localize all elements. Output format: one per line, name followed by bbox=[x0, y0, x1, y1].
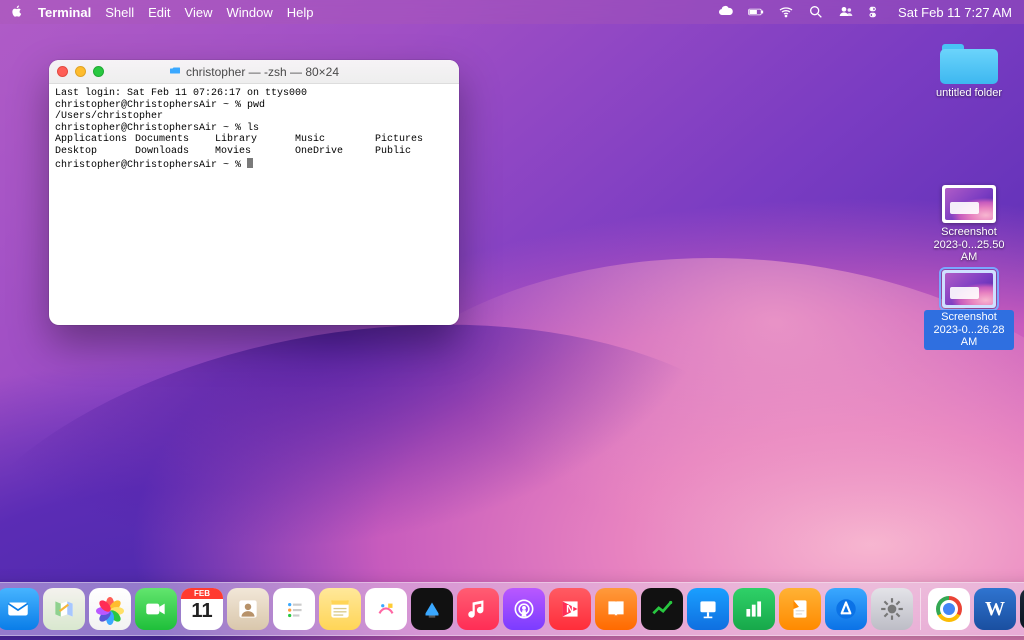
dock-pages-icon[interactable] bbox=[779, 588, 821, 630]
desktop-icon-label: Screenshot 2023-0...25.50 AM bbox=[924, 225, 1014, 265]
menubar-datetime[interactable]: Sat Feb 11 7:27 AM bbox=[898, 5, 1012, 20]
onedrive-status-icon[interactable] bbox=[718, 4, 734, 20]
screenshot-thumbnail-icon bbox=[942, 185, 996, 223]
dock-steam-icon[interactable] bbox=[1020, 588, 1024, 630]
desktop-screenshot-2[interactable]: Screenshot 2023-0...26.28 AM bbox=[924, 270, 1014, 350]
menubar-item-shell[interactable]: Shell bbox=[105, 5, 134, 20]
ls-entry: Downloads bbox=[135, 146, 215, 158]
dock-podcasts-icon[interactable] bbox=[503, 588, 545, 630]
terminal-line: Last login: Sat Feb 11 07:26:17 on ttys0… bbox=[55, 88, 307, 99]
ls-entry: Desktop bbox=[55, 146, 135, 158]
menubar-item-window[interactable]: Window bbox=[227, 5, 273, 20]
dock-calendar-icon[interactable]: FEB11 bbox=[181, 588, 223, 630]
dock-settings-icon[interactable] bbox=[871, 588, 913, 630]
dock-keynote-icon[interactable] bbox=[687, 588, 729, 630]
desktop-folder-untitled[interactable]: untitled folder bbox=[924, 42, 1014, 101]
home-folder-icon bbox=[169, 64, 181, 79]
terminal-line: christopher@ChristophersAir ~ % ls bbox=[55, 123, 259, 134]
ls-entry: Documents bbox=[135, 134, 215, 146]
dock-books-icon[interactable] bbox=[595, 588, 637, 630]
dock-music-icon[interactable] bbox=[457, 588, 499, 630]
ls-entry: Public bbox=[375, 146, 455, 158]
window-titlebar[interactable]: christopher — -zsh — 80×24 bbox=[49, 60, 459, 84]
dock-reminders-icon[interactable] bbox=[273, 588, 315, 630]
dock: FEB11 N W bbox=[0, 582, 1024, 636]
terminal-prompt: christopher@ChristophersAir ~ % bbox=[55, 160, 247, 171]
svg-text:N: N bbox=[566, 603, 574, 615]
dock-maps-icon[interactable] bbox=[43, 588, 85, 630]
apple-menu-icon[interactable] bbox=[10, 4, 24, 21]
window-zoom-button[interactable] bbox=[93, 66, 104, 77]
desktop[interactable]: Terminal Shell Edit View Window Help Sat… bbox=[0, 0, 1024, 640]
dock-photos-icon[interactable] bbox=[89, 588, 131, 630]
ls-entry: Movies bbox=[215, 146, 295, 158]
terminal-content[interactable]: Last login: Sat Feb 11 07:26:17 on ttys0… bbox=[49, 84, 459, 325]
dock-numbers-icon[interactable] bbox=[733, 588, 775, 630]
dock-chrome-icon[interactable] bbox=[928, 588, 970, 630]
ls-entry: Music bbox=[295, 134, 375, 146]
spotlight-search-icon[interactable] bbox=[808, 4, 824, 20]
ls-entry: Library bbox=[215, 134, 295, 146]
ls-entry: OneDrive bbox=[295, 146, 375, 158]
dock-news-icon[interactable]: N bbox=[549, 588, 591, 630]
ls-entry: Pictures bbox=[375, 134, 455, 146]
menubar-app-name[interactable]: Terminal bbox=[38, 5, 91, 20]
window-minimize-button[interactable] bbox=[75, 66, 86, 77]
screenshot-thumbnail-icon bbox=[942, 270, 996, 308]
desktop-icon-label: untitled folder bbox=[933, 86, 1005, 101]
battery-status-icon[interactable] bbox=[748, 4, 764, 20]
user-switch-icon[interactable] bbox=[838, 4, 854, 20]
terminal-window[interactable]: christopher — -zsh — 80×24 Last login: S… bbox=[49, 60, 459, 325]
dock-stocks-icon[interactable] bbox=[641, 588, 683, 630]
dock-appstore-icon[interactable] bbox=[825, 588, 867, 630]
terminal-cursor bbox=[247, 158, 253, 168]
dock-word-icon[interactable]: W bbox=[974, 588, 1016, 630]
menubar-item-view[interactable]: View bbox=[185, 5, 213, 20]
folder-icon bbox=[940, 42, 998, 84]
terminal-line: christopher@ChristophersAir ~ % pwd bbox=[55, 100, 265, 111]
dock-tv-icon[interactable] bbox=[411, 588, 453, 630]
dock-mail-icon[interactable] bbox=[0, 588, 39, 630]
window-close-button[interactable] bbox=[57, 66, 68, 77]
dock-separator bbox=[920, 588, 921, 630]
dock-facetime-icon[interactable] bbox=[135, 588, 177, 630]
wifi-status-icon[interactable] bbox=[778, 4, 794, 20]
desktop-icon-label: Screenshot 2023-0...26.28 AM bbox=[924, 310, 1014, 350]
dock-notes-icon[interactable] bbox=[319, 588, 361, 630]
control-center-icon[interactable] bbox=[868, 4, 884, 20]
menubar: Terminal Shell Edit View Window Help Sat… bbox=[0, 0, 1024, 24]
terminal-line: /Users/christopher bbox=[55, 111, 163, 122]
ls-entry: Applications bbox=[55, 134, 135, 146]
desktop-screenshot-1[interactable]: Screenshot 2023-0...25.50 AM bbox=[924, 185, 1014, 265]
dock-contacts-icon[interactable] bbox=[227, 588, 269, 630]
menubar-item-help[interactable]: Help bbox=[287, 5, 314, 20]
dock-freeform-icon[interactable] bbox=[365, 588, 407, 630]
menubar-item-edit[interactable]: Edit bbox=[148, 5, 170, 20]
window-title: christopher — -zsh — 80×24 bbox=[186, 65, 339, 79]
